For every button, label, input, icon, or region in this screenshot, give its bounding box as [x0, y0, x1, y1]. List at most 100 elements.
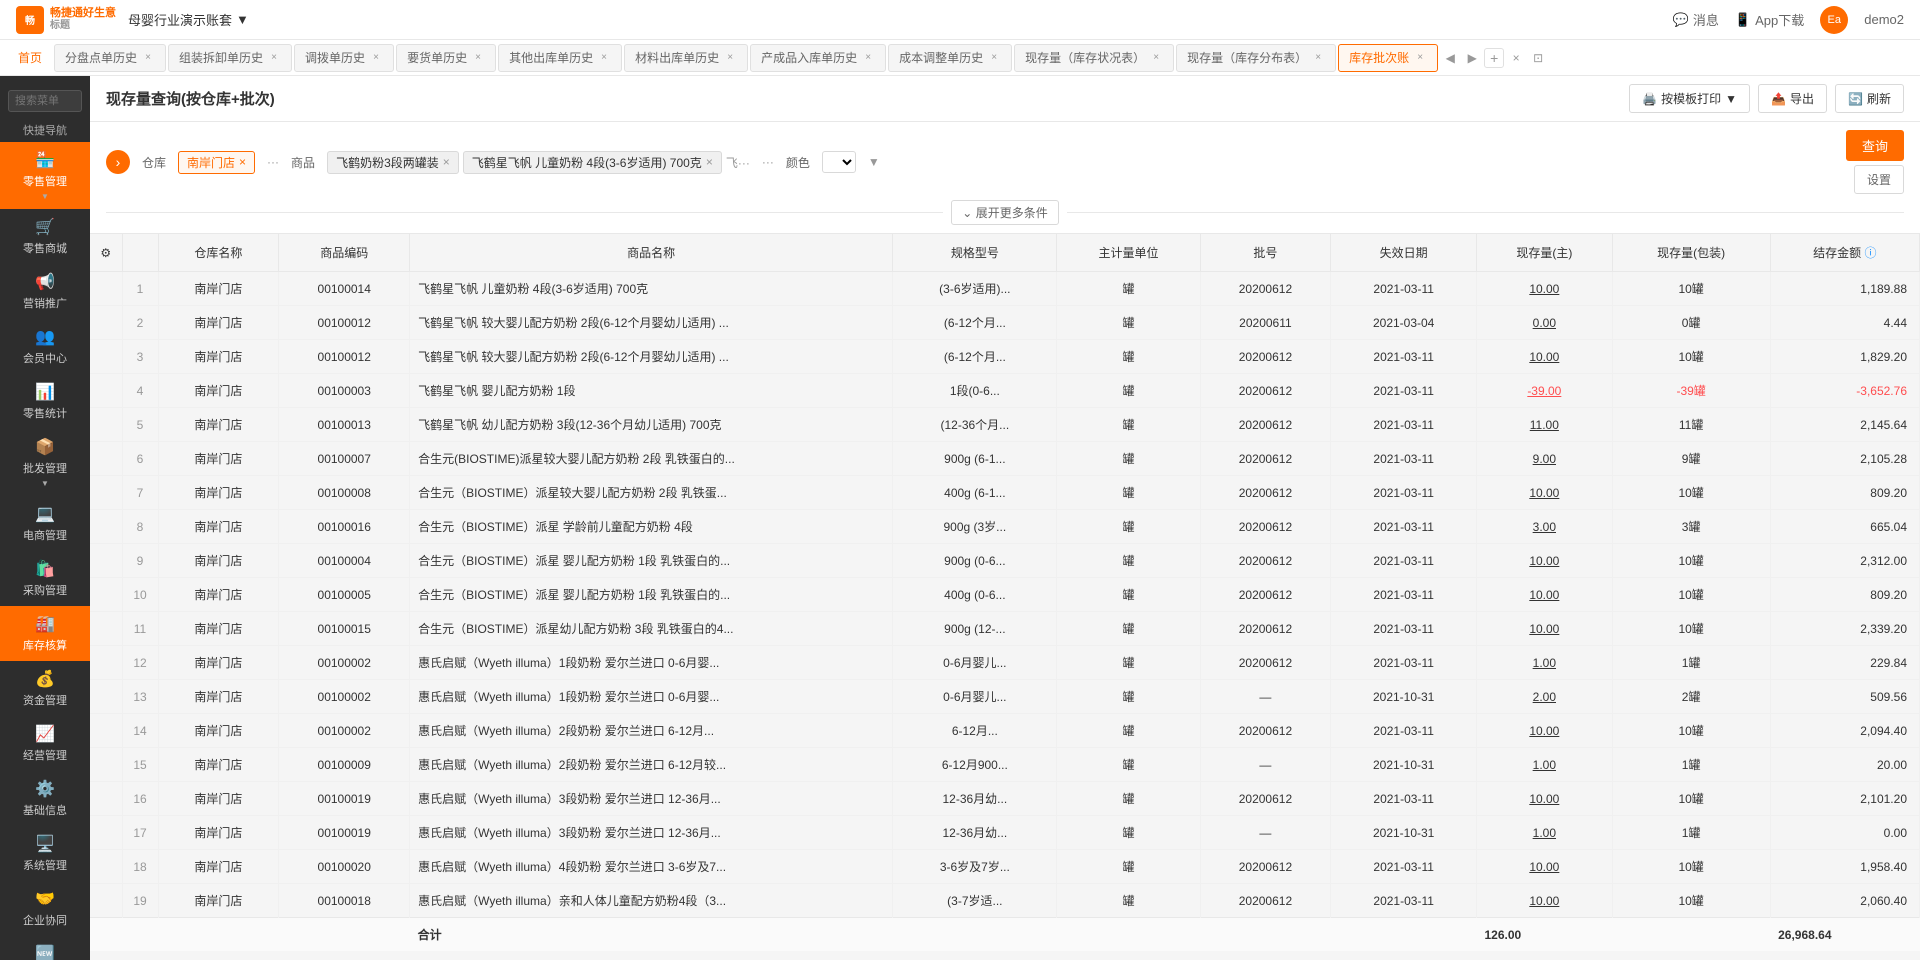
col-settings[interactable]: ⚙ [90, 234, 122, 272]
tab-piliang[interactable]: 库存批次账 × [1338, 44, 1438, 72]
tab-close-icon[interactable]: × [369, 51, 383, 65]
sidebar-item-system[interactable]: 🖥️ 系统管理 [0, 826, 90, 881]
table-header-row: ⚙ 仓库名称 商品编码 商品名称 规格型号 主计量单位 批号 失效日期 现存量(… [90, 234, 1920, 272]
row-qty-main[interactable]: 11.00 [1477, 408, 1613, 442]
row-qty-main[interactable]: 10.00 [1477, 714, 1613, 748]
product-tag-2[interactable]: 飞鹤星飞帆 儿童奶粉 4段(3-6岁适用) 700克 × [463, 151, 722, 174]
row-qty-main[interactable]: 10.00 [1477, 612, 1613, 646]
sidebar-item-finance[interactable]: 💰 资金管理 [0, 661, 90, 716]
org-selector[interactable]: 母婴行业演示账套 ▼ [128, 10, 249, 29]
tab-close-icon[interactable]: × [597, 51, 611, 65]
settings-btn[interactable]: 设置 [1854, 165, 1904, 194]
row-qty-main[interactable]: 10.00 [1477, 578, 1613, 612]
sidebar-item-operation[interactable]: 📈 经营管理 [0, 716, 90, 771]
sidebar-item-purchase[interactable]: 🛍️ 采购管理 [0, 551, 90, 606]
template-print-btn[interactable]: 🖨️ 按模板打印 ▼ [1629, 84, 1750, 113]
row-qty-main[interactable]: 10.00 [1477, 782, 1613, 816]
tab-close-icon[interactable]: × [723, 51, 737, 65]
export-btn[interactable]: 📤 导出 [1758, 84, 1827, 113]
tab-yaohuo[interactable]: 要货单历史 × [396, 44, 496, 72]
tab-close-icon[interactable]: × [1413, 51, 1427, 65]
refresh-btn[interactable]: 🔄 刷新 [1835, 84, 1904, 113]
row-qty-main[interactable]: 9.00 [1477, 442, 1613, 476]
row-qty-pkg: 11罐 [1612, 408, 1770, 442]
search-input[interactable] [8, 90, 82, 112]
row-qty-main[interactable]: 1.00 [1477, 646, 1613, 680]
row-spec: 0-6月婴儿... [893, 680, 1057, 714]
row-qty-main[interactable]: 3.00 [1477, 510, 1613, 544]
tab-chengben[interactable]: 成本调整单历史 × [888, 44, 1012, 72]
row-qty-main[interactable]: 1.00 [1477, 748, 1613, 782]
sidebar-item-newguide[interactable]: 🆕 新手引导 [0, 936, 90, 960]
tab-close-icon[interactable]: × [1311, 51, 1325, 65]
tab-next-icon[interactable]: ▶ [1462, 44, 1482, 72]
table-row: 8 南岸门店 00100016 合生元（BIOSTIME）派星 学龄前儿童配方奶… [90, 510, 1920, 544]
row-qty-main[interactable]: 10.00 [1477, 272, 1613, 306]
sidebar-item-batch[interactable]: 📦 批发管理 [0, 429, 90, 496]
query-btn[interactable]: 查询 [1846, 130, 1904, 161]
tab-close-icon[interactable]: × [141, 51, 155, 65]
warehouse-tag[interactable]: 南岸门店 × [178, 151, 255, 174]
row-qty-main[interactable]: 2.00 [1477, 680, 1613, 714]
row-qty-main[interactable]: 10.00 [1477, 340, 1613, 374]
expand-row: ⌄ 展开更多条件 [106, 200, 1904, 225]
warehouse-remove-icon[interactable]: × [239, 155, 246, 169]
row-warehouse: 南岸门店 [158, 646, 279, 680]
row-qty-main[interactable]: 10.00 [1477, 476, 1613, 510]
product-dots-icon[interactable]: ··· [762, 155, 774, 169]
row-warehouse: 南岸门店 [158, 884, 279, 918]
filter-expand-btn[interactable]: › [106, 150, 130, 174]
warehouse-more-icon[interactable]: ··· [267, 155, 279, 169]
row-qty-main[interactable]: 10.00 [1477, 884, 1613, 918]
row-qty-main[interactable]: 0.00 [1477, 306, 1613, 340]
tab-xianzai2[interactable]: 现存量（库存分布表） × [1176, 44, 1336, 72]
tab-chengpin[interactable]: 产成品入库单历史 × [750, 44, 886, 72]
col-balance: 结存金额 ⓘ [1770, 234, 1919, 272]
tab-fenku[interactable]: 分盘点单历史 × [54, 44, 166, 72]
settings-gear-icon[interactable]: ⚙ [100, 246, 111, 260]
sidebar-item-ecommerce[interactable]: 💻 电商管理 [0, 496, 90, 551]
sidebar-item-zero-retail[interactable]: 🏪 零售管理 [0, 142, 90, 209]
enterprise-icon: 🤝 [35, 889, 55, 909]
tab-zuchai[interactable]: 组装拆卸单历史 × [168, 44, 292, 72]
tab-cailiao[interactable]: 材料出库单历史 × [624, 44, 748, 72]
product-more-icon[interactable]: 飞··· [726, 154, 750, 171]
tab-close-icon[interactable]: × [987, 51, 1001, 65]
sidebar-item-enterprise[interactable]: 🤝 企业协同 [0, 881, 90, 936]
tab-xianzai1[interactable]: 现存量（库存状况表） × [1014, 44, 1174, 72]
sidebar-item-zero-shop[interactable]: 🛒 零售商城 [0, 209, 90, 264]
row-batch: 20200612 [1200, 476, 1331, 510]
sidebar-item-stats[interactable]: 📊 零售统计 [0, 374, 90, 429]
tab-close-icon[interactable]: × [861, 51, 875, 65]
sidebar-item-member[interactable]: 👥 会员中心 [0, 319, 90, 374]
app-download-btn[interactable]: 📱 App下载 [1735, 10, 1804, 29]
row-qty-main[interactable]: -39.00 [1477, 374, 1613, 408]
sidebar-item-marketing[interactable]: 📢 营销推广 [0, 264, 90, 319]
tab-home[interactable]: 首页 [8, 44, 52, 72]
tab-close-icon[interactable]: × [267, 51, 281, 65]
color-filter-dropdown[interactable] [822, 151, 856, 173]
row-qty-main[interactable]: 10.00 [1477, 850, 1613, 884]
expand-more-btn[interactable]: ⌄ 展开更多条件 [951, 200, 1058, 225]
quick-nav[interactable]: 快捷导航 [15, 118, 75, 142]
tab-add-icon[interactable]: + [1484, 48, 1504, 68]
product-tag-1[interactable]: 飞鹤奶粉3段两罐装 × [327, 151, 459, 174]
tab-qitachu[interactable]: 其他出库单历史 × [498, 44, 622, 72]
tab-more-icon[interactable]: ⊡ [1528, 44, 1548, 72]
product-tag2-remove-icon[interactable]: × [706, 155, 713, 169]
tab-close-icon[interactable]: × [1149, 51, 1163, 65]
row-qty-main[interactable]: 1.00 [1477, 816, 1613, 850]
sidebar-item-basic[interactable]: ⚙️ 基础信息 [0, 771, 90, 826]
color-dropdown-icon[interactable]: ▼ [868, 155, 880, 169]
message-btn[interactable]: 💬 消息 [1673, 10, 1719, 29]
row-warehouse: 南岸门店 [158, 340, 279, 374]
tab-prev-icon[interactable]: ◀ [1440, 44, 1460, 72]
row-balance: 2,339.20 [1770, 612, 1919, 646]
sidebar-item-inventory[interactable]: 🏭 库存核算 [0, 606, 90, 661]
tab-close-icon[interactable]: × [471, 51, 485, 65]
row-index: 9 [122, 544, 158, 578]
tab-diaobai[interactable]: 调拨单历史 × [294, 44, 394, 72]
row-qty-main[interactable]: 10.00 [1477, 544, 1613, 578]
tab-close-all-icon[interactable]: × [1506, 44, 1526, 72]
product-tag1-remove-icon[interactable]: × [443, 155, 450, 169]
